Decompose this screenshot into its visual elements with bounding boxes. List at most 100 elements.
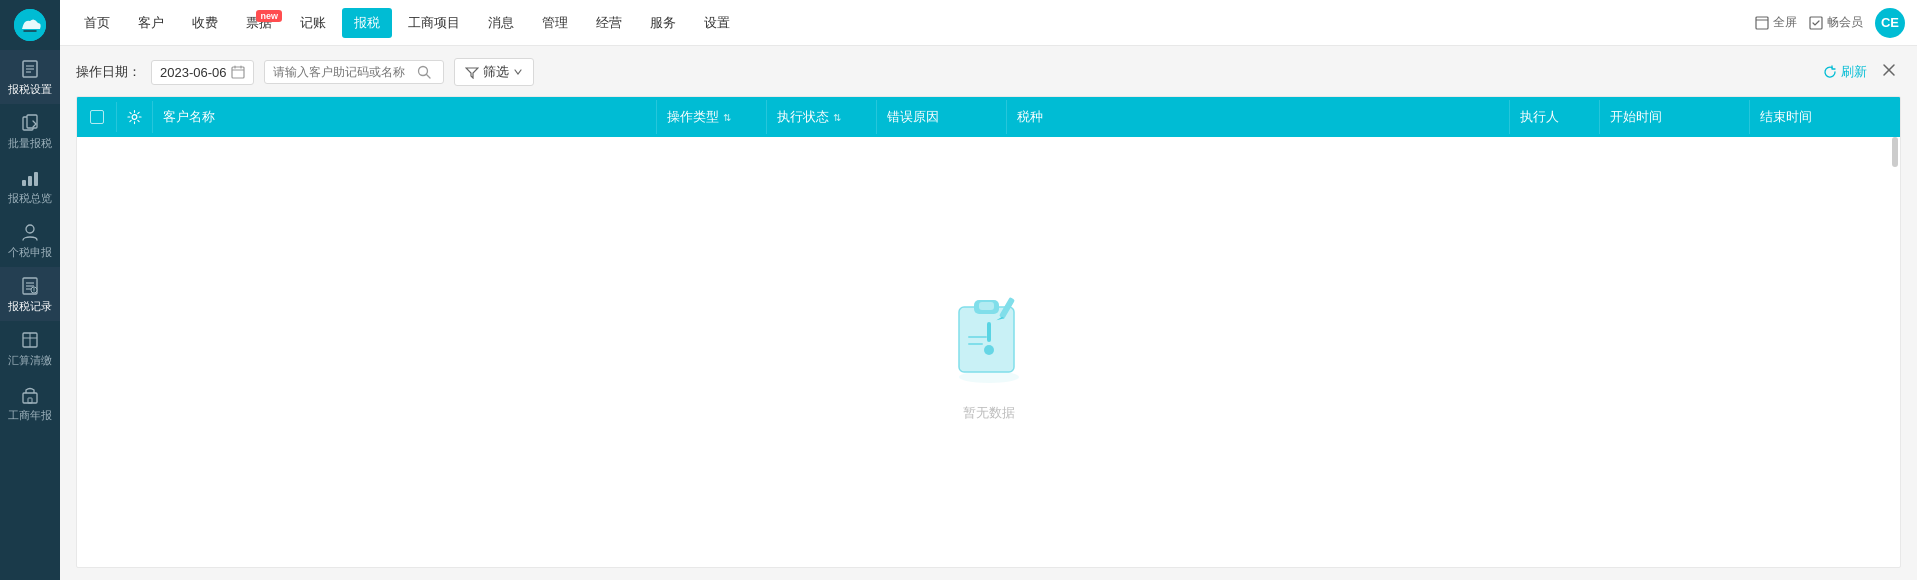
th-start-time: 开始时间 [1600, 100, 1750, 134]
nav-item-shoufei[interactable]: 收费 [180, 8, 230, 38]
sidebar-item-baoshui-zonlan[interactable]: 报税总览 [0, 159, 60, 213]
huisuan-jiaona-icon [19, 329, 41, 351]
sidebar-item-baoshui-shezhi[interactable]: 报税设置 [0, 50, 60, 104]
nav-item-baoshui[interactable]: 报税 [342, 8, 392, 38]
sidebar-item-huisuan-jiaona[interactable]: 汇算清缴 [0, 321, 60, 375]
svg-rect-24 [1810, 17, 1822, 29]
th-error-reason: 错误原因 [877, 100, 1007, 134]
th-executor-label: 执行人 [1520, 108, 1559, 126]
sidebar-item-label: 报税总览 [8, 191, 52, 205]
th-name-label: 客户名称 [163, 108, 215, 126]
fullscreen-button[interactable]: 全屏 [1755, 14, 1797, 31]
member-label: 畅会员 [1827, 14, 1863, 31]
logo-icon [14, 9, 46, 41]
search-input[interactable] [273, 65, 413, 79]
select-all-checkbox[interactable] [90, 110, 104, 124]
date-label: 操作日期： [76, 63, 141, 81]
baoshui-shezhi-icon [19, 58, 41, 80]
nav-item-kehu[interactable]: 客户 [126, 8, 176, 38]
avatar-text: CE [1881, 15, 1899, 30]
refresh-button[interactable]: 刷新 [1823, 63, 1867, 81]
filter-button[interactable]: 筛选 [454, 58, 534, 86]
empty-state: 暂无数据 [904, 252, 1074, 452]
sidebar-item-label: 个税申报 [8, 245, 52, 259]
table-scrollbar[interactable] [1892, 137, 1898, 167]
calendar-icon [231, 65, 245, 79]
date-picker[interactable]: 2023-06-06 [151, 60, 254, 85]
sidebar-item-label: 报税记录 [8, 299, 52, 313]
svg-point-33 [132, 115, 137, 120]
th-executor: 执行人 [1510, 100, 1600, 134]
th-name: 客户名称 [153, 100, 657, 134]
nav-item-fuwu[interactable]: 服务 [638, 8, 688, 38]
sidebar-logo [0, 0, 60, 50]
geshui-shenbao-icon [19, 221, 41, 243]
refresh-icon [1823, 65, 1837, 79]
sidebar-item-piliang-baoshui[interactable]: 批量报税 [0, 104, 60, 158]
fullscreen-label: 全屏 [1773, 14, 1797, 31]
sidebar-item-label: 工商年报 [8, 408, 52, 422]
svg-rect-38 [979, 302, 994, 310]
th-op-type-label: 操作类型 [667, 108, 719, 126]
svg-rect-40 [987, 322, 991, 342]
svg-rect-25 [232, 67, 244, 78]
nav-item-jizhang[interactable]: 记账 [288, 8, 338, 38]
search-box[interactable] [264, 60, 444, 84]
th-error-reason-label: 错误原因 [887, 108, 939, 126]
sidebar-item-label: 报税设置 [8, 82, 52, 96]
piliang-baoshui-icon [19, 112, 41, 134]
close-button[interactable] [1877, 62, 1901, 82]
nav-item-gongshang-xiangmu[interactable]: 工商项目 [396, 8, 472, 38]
baoshui-jilu-icon [19, 275, 41, 297]
top-nav: 首页 客户 收费 票据 new 记账 报税 工商项目 消息 [60, 0, 1917, 46]
page-content: 操作日期： 2023-06-06 [60, 46, 1917, 580]
nav-item-guanli[interactable]: 管理 [530, 8, 580, 38]
svg-rect-35 [959, 307, 1014, 372]
sidebar-item-gongshang-nianbao[interactable]: 工商年报 [0, 376, 60, 430]
main-area: 首页 客户 收费 票据 new 记账 报税 工商项目 消息 [60, 0, 1917, 580]
th-start-time-label: 开始时间 [1610, 108, 1662, 126]
th-op-type[interactable]: 操作类型 ⇅ [657, 100, 767, 134]
nav-item-shouye[interactable]: 首页 [72, 8, 122, 38]
search-icon [417, 65, 431, 79]
empty-text: 暂无数据 [963, 404, 1015, 422]
th-end-time-label: 结束时间 [1760, 108, 1812, 126]
svg-rect-23 [1756, 17, 1768, 29]
table-body: 暂无数据 [77, 137, 1900, 567]
sort-icon: ⇅ [833, 112, 841, 123]
th-tax-type: 税种 [1007, 100, 1511, 134]
nav-item-shezhi[interactable]: 设置 [692, 8, 742, 38]
user-avatar[interactable]: CE [1875, 8, 1905, 38]
empty-illustration [934, 282, 1044, 392]
svg-rect-7 [22, 180, 26, 186]
th-exec-status-label: 执行状态 [777, 108, 829, 126]
th-settings[interactable] [117, 101, 153, 133]
nav-item-jingying[interactable]: 经营 [584, 8, 634, 38]
sidebar-item-label: 汇算清缴 [8, 353, 52, 367]
table-header: 客户名称 操作类型 ⇅ 执行状态 ⇅ 错误原因 税种 执行人 [77, 97, 1900, 137]
filter-icon [465, 65, 479, 79]
date-value: 2023-06-06 [160, 65, 227, 80]
piaoju-badge: new [256, 10, 282, 22]
svg-rect-22 [28, 398, 32, 403]
th-checkbox[interactable] [77, 102, 117, 132]
member-button[interactable]: 畅会员 [1809, 14, 1863, 31]
svg-line-30 [426, 75, 430, 79]
sidebar-item-baoshui-jilu[interactable]: 报税记录 [0, 267, 60, 321]
refresh-label: 刷新 [1841, 63, 1867, 81]
svg-point-34 [959, 371, 1019, 383]
svg-point-10 [26, 225, 34, 233]
nav-item-xiaoxi[interactable]: 消息 [476, 8, 526, 38]
svg-rect-6 [27, 115, 37, 128]
sidebar-item-geshui-shenbao[interactable]: 个税申报 [0, 213, 60, 267]
svg-rect-8 [28, 176, 32, 186]
table-container: 客户名称 操作类型 ⇅ 执行状态 ⇅ 错误原因 税种 执行人 [76, 96, 1901, 568]
th-tax-type-label: 税种 [1017, 108, 1043, 126]
nav-item-piaoju[interactable]: 票据 new [234, 8, 284, 38]
sidebar-item-label: 批量报税 [8, 136, 52, 150]
top-nav-right: 全屏 畅会员 CE [1755, 8, 1905, 38]
sidebar: 报税设置 批量报税 报税总览 个税申报 [0, 0, 60, 580]
th-end-time: 结束时间 [1750, 100, 1900, 134]
th-exec-status[interactable]: 执行状态 ⇅ [767, 100, 877, 134]
svg-point-39 [984, 345, 994, 355]
